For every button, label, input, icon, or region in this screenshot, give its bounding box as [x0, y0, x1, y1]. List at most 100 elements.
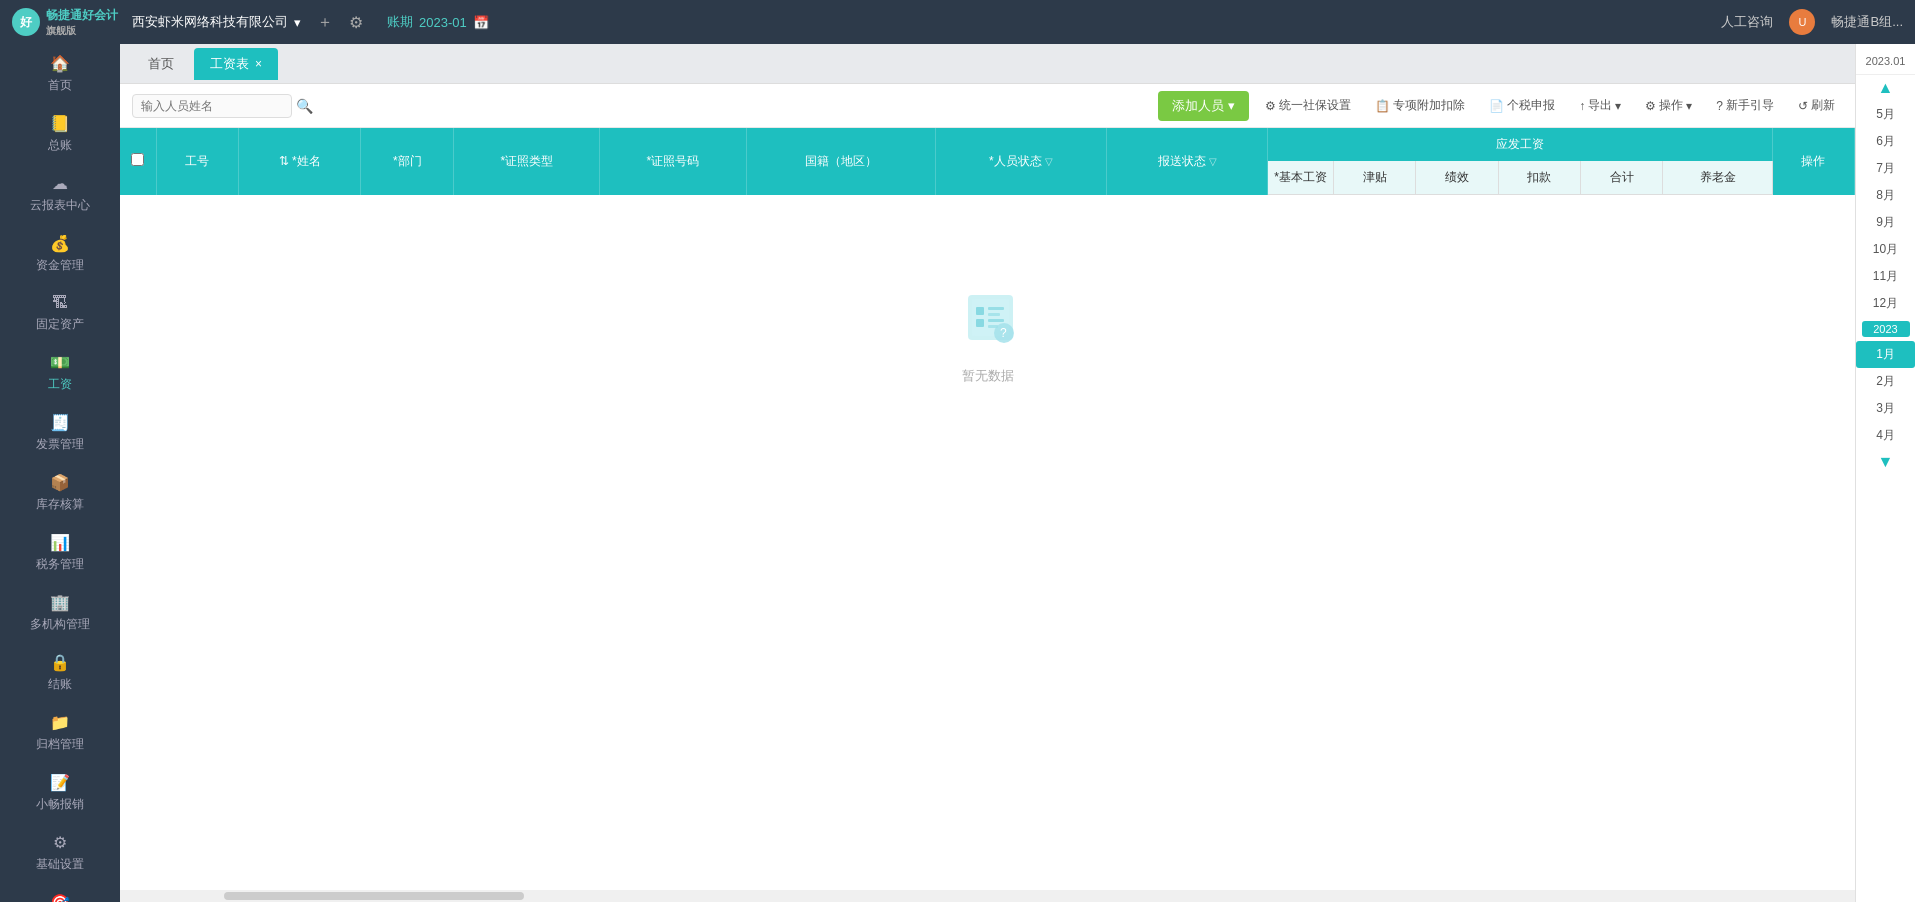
- btn-operation[interactable]: ⚙ 操作 ▾: [1637, 93, 1700, 118]
- svg-text:?: ?: [1000, 326, 1007, 340]
- fund-icon: 💰: [50, 234, 70, 253]
- tab-salary-close[interactable]: ×: [255, 57, 262, 71]
- content-area: 首页 工资表 × 🔍 添加人员 ▾ ⚙ 统一社保设置 📋: [120, 44, 1855, 902]
- sidebar-item-closing[interactable]: 🔒 结账: [0, 643, 120, 703]
- sidebar-item-multi-org[interactable]: 🏢 多机构管理: [0, 583, 120, 643]
- btn-deduction[interactable]: 📋 专项附加扣除: [1367, 93, 1473, 118]
- search-input[interactable]: [132, 94, 292, 118]
- sidebar-item-fund[interactable]: 💰 资金管理: [0, 224, 120, 284]
- svg-rect-2: [976, 307, 984, 315]
- tax-report-label: 个税申报: [1507, 97, 1555, 114]
- sidebar-item-home[interactable]: 🏠 首页: [0, 44, 120, 104]
- add-dropdown-icon: ▾: [1228, 98, 1235, 113]
- company-selector[interactable]: 西安虾米网络科技有限公司 ▾: [132, 13, 301, 31]
- cloud-icon: ☁: [52, 174, 68, 193]
- btn-refresh[interactable]: ↺ 刷新: [1790, 93, 1843, 118]
- tab-bar: 首页 工资表 ×: [120, 44, 1855, 84]
- social-security-label: 统一社保设置: [1279, 97, 1351, 114]
- month-2[interactable]: 2月: [1856, 368, 1915, 395]
- sidebar-label-home: 首页: [48, 77, 72, 94]
- settings-icon[interactable]: ⚙: [345, 9, 367, 36]
- header-status: *人员状态 ▽: [935, 128, 1106, 195]
- month-1[interactable]: 1月: [1856, 341, 1915, 368]
- sidebar-item-cloud-report[interactable]: ☁ 云报表中心: [0, 164, 120, 224]
- empty-illustration: ?: [948, 275, 1028, 355]
- support-label[interactable]: 人工咨询: [1721, 13, 1773, 31]
- sidebar-item-tax[interactable]: 📊 税务管理: [0, 523, 120, 583]
- sidebar-item-ledger[interactable]: 📒 总账: [0, 104, 120, 164]
- month-3[interactable]: 3月: [1856, 395, 1915, 422]
- app-version: 旗舰版: [46, 24, 118, 38]
- sidebar-item-archive[interactable]: 📁 归档管理: [0, 703, 120, 763]
- btn-export[interactable]: ↑ 导出 ▾: [1571, 93, 1629, 118]
- sidebar-item-basic-settings[interactable]: ⚙ 基础设置: [0, 823, 120, 883]
- company-name: 西安虾米网络科技有限公司: [132, 13, 288, 31]
- btn-social-security[interactable]: ⚙ 统一社保设置: [1257, 93, 1359, 118]
- tab-salary-label: 工资表: [210, 55, 249, 73]
- svg-rect-4: [988, 313, 1000, 316]
- report-filter-icon[interactable]: ▽: [1209, 156, 1217, 167]
- sidebar-item-invoice[interactable]: 🧾 发票管理: [0, 403, 120, 463]
- month-5[interactable]: 5月: [1856, 101, 1915, 128]
- btn-tax-report[interactable]: 📄 个税申报: [1481, 93, 1563, 118]
- period-label: 账期: [387, 13, 413, 31]
- archive-icon: 📁: [50, 713, 70, 732]
- month-6[interactable]: 6月: [1856, 128, 1915, 155]
- sidebar: 🏠 首页 📒 总账 ☁ 云报表中心 💰 资金管理 🏗 固定资产 💵 工资 🧾 发…: [0, 44, 120, 902]
- month-8[interactable]: 8月: [1856, 182, 1915, 209]
- header-base-salary: *基本工资: [1268, 161, 1334, 195]
- deduction-icon: 📋: [1375, 99, 1390, 113]
- expense-icon: 📝: [50, 773, 70, 792]
- sidebar-label-basic-settings: 基础设置: [36, 856, 84, 873]
- add-person-button[interactable]: 添加人员 ▾: [1158, 91, 1249, 121]
- month-4[interactable]: 4月: [1856, 422, 1915, 449]
- header-region: 国籍（地区）: [746, 128, 935, 195]
- btn-newbie-guide[interactable]: ? 新手引导: [1708, 93, 1782, 118]
- sidebar-item-guide[interactable]: 🎯 新手引导: [0, 883, 120, 902]
- basic-settings-icon: ⚙: [53, 833, 67, 852]
- tax-icon: 📊: [50, 533, 70, 552]
- month-9[interactable]: 9月: [1856, 209, 1915, 236]
- calendar-icon[interactable]: 📅: [473, 15, 489, 30]
- sidebar-label-archive: 归档管理: [36, 736, 84, 753]
- operation-dropdown-icon: ▾: [1686, 99, 1692, 113]
- salary-icon: 💵: [50, 353, 70, 372]
- panel-up-arrow[interactable]: ▲: [1874, 75, 1898, 101]
- header-performance: 绩效: [1416, 161, 1498, 195]
- sidebar-item-fixed-assets[interactable]: 🏗 固定资产: [0, 284, 120, 343]
- tab-salary[interactable]: 工资表 ×: [194, 48, 278, 80]
- salary-table-container: 工号 ⇅ *姓名 *部门 *证照类型 *证照号码 国籍（地区） *人员状态 ▽ …: [120, 128, 1855, 890]
- month-7[interactable]: 7月: [1856, 155, 1915, 182]
- app-logo-icon: 好: [12, 8, 40, 36]
- empty-state: ? 暂无数据: [120, 195, 1855, 465]
- scroll-thumb[interactable]: [224, 892, 524, 900]
- header-deduction: 扣款: [1498, 161, 1580, 195]
- company-dropdown-icon[interactable]: ▾: [294, 15, 301, 30]
- sidebar-item-inventory[interactable]: 📦 库存核算: [0, 463, 120, 523]
- header-dept: *部门: [361, 128, 454, 195]
- sidebar-label-expense: 小畅报销: [36, 796, 84, 813]
- status-filter-icon[interactable]: ▽: [1045, 156, 1053, 167]
- fixed-assets-icon: 🏗: [52, 294, 68, 312]
- refresh-icon: ↺: [1798, 99, 1808, 113]
- header-total: 合计: [1581, 161, 1663, 195]
- panel-down-arrow[interactable]: ▼: [1874, 449, 1898, 475]
- month-11[interactable]: 11月: [1856, 263, 1915, 290]
- operation-label: 操作: [1659, 97, 1683, 114]
- user-label[interactable]: 畅捷通B组...: [1831, 13, 1903, 31]
- sidebar-label-closing: 结账: [48, 676, 72, 693]
- add-button[interactable]: ＋: [313, 8, 337, 37]
- scroll-bar[interactable]: [120, 890, 1855, 902]
- sidebar-item-expense[interactable]: 📝 小畅报销: [0, 763, 120, 823]
- deduction-label: 专项附加扣除: [1393, 97, 1465, 114]
- tab-home[interactable]: 首页: [132, 48, 190, 80]
- svg-rect-6: [988, 319, 1004, 322]
- toolbar: 🔍 添加人员 ▾ ⚙ 统一社保设置 📋 专项附加扣除 📄 个税申报 ↑ 导出: [120, 84, 1855, 128]
- select-all-checkbox[interactable]: [131, 153, 144, 166]
- home-icon: 🏠: [50, 54, 70, 73]
- sidebar-item-salary[interactable]: 💵 工资: [0, 343, 120, 403]
- guide-btn-label: 新手引导: [1726, 97, 1774, 114]
- month-12[interactable]: 12月: [1856, 290, 1915, 317]
- sidebar-label-cloud-report: 云报表中心: [30, 197, 90, 214]
- month-10[interactable]: 10月: [1856, 236, 1915, 263]
